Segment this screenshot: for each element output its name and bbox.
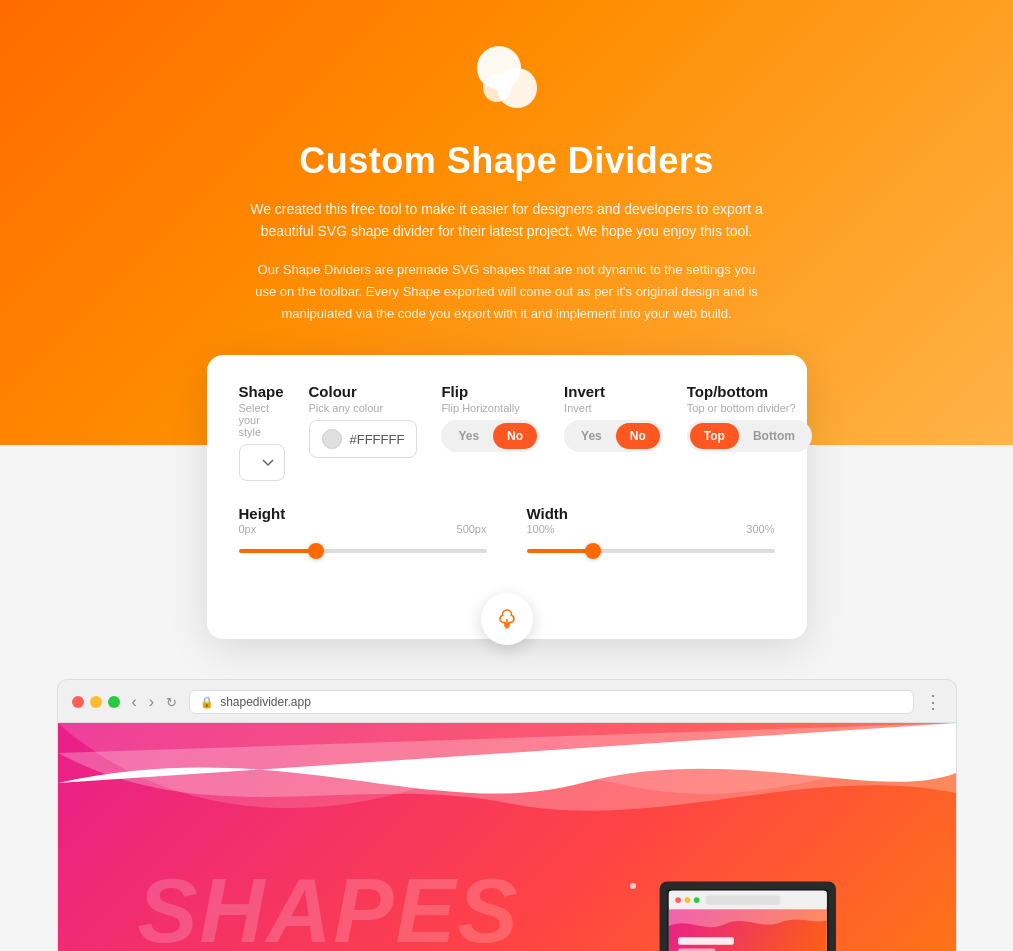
width-min: 100% <box>527 523 555 535</box>
invert-yes-button[interactable]: Yes <box>567 423 616 449</box>
svg-rect-18 <box>678 937 734 944</box>
browser-navigation: ‹ › ↻ <box>130 694 180 710</box>
colour-picker[interactable]: #FFFFFF <box>309 420 418 458</box>
height-range-labels: 0px 500px <box>239 523 487 535</box>
maximize-dot[interactable] <box>108 696 120 708</box>
invert-control: Invert Invert Yes No <box>564 383 663 452</box>
colour-swatch <box>322 429 342 449</box>
preview-area: SHAPES We love This is an example web pa… <box>57 723 957 951</box>
url-text: shapedivider.app <box>220 695 311 709</box>
top-button[interactable]: Top <box>690 423 739 449</box>
topbottom-control: Top/bottom Top or bottom divider? Top Bo… <box>687 383 812 452</box>
invert-label: Invert <box>564 383 663 400</box>
computer-illustration <box>536 863 876 951</box>
lock-icon: 🔒 <box>200 696 214 709</box>
topbottom-sublabel: Top or bottom divider? <box>687 402 812 414</box>
svg-point-14 <box>684 897 690 903</box>
download-button[interactable] <box>481 593 533 645</box>
shape-sublabel: Select your style <box>239 402 285 438</box>
logo <box>467 40 547 120</box>
download-icon <box>495 607 519 631</box>
header-description2: Our Shape Dividers are premade SVG shape… <box>247 259 767 325</box>
svg-rect-16 <box>706 896 780 905</box>
flip-label: Flip <box>441 383 540 400</box>
flip-yes-button[interactable]: Yes <box>444 423 493 449</box>
sliders-row: Height 0px 500px Width 100% 300% <box>239 505 775 557</box>
topbottom-toggle: Top Bottom <box>687 420 812 452</box>
svg-point-13 <box>675 897 681 903</box>
height-slider[interactable] <box>239 549 487 553</box>
control-panel: Shape Select your style Waves Mountains … <box>207 355 807 639</box>
colour-control: Colour Pick any colour #FFFFFF <box>309 383 418 458</box>
invert-toggle: Yes No <box>564 420 663 452</box>
height-max: 500px <box>457 523 487 535</box>
forward-button[interactable]: › <box>147 694 156 710</box>
header-description: We created this free tool to make it eas… <box>237 198 777 243</box>
flip-sublabel: Flip Horizontally <box>441 402 540 414</box>
flip-control: Flip Flip Horizontally Yes No <box>441 383 540 452</box>
browser-menu-icon[interactable]: ⋮ <box>924 691 942 713</box>
invert-sublabel: Invert <box>564 402 663 414</box>
svg-point-15 <box>693 897 699 903</box>
colour-value: #FFFFFF <box>350 432 405 447</box>
width-max: 300% <box>746 523 774 535</box>
page-title: Custom Shape Dividers <box>20 140 993 182</box>
browser-mockup: ‹ › ↻ 🔒 shapedivider.app ⋮ <box>37 679 977 951</box>
minimize-dot[interactable] <box>90 696 102 708</box>
invert-no-button[interactable]: No <box>616 423 660 449</box>
bottom-button[interactable]: Bottom <box>739 423 809 449</box>
flip-no-button[interactable]: No <box>493 423 537 449</box>
browser-window-buttons <box>72 696 120 708</box>
shape-control: Shape Select your style Waves Mountains … <box>239 383 285 481</box>
height-control: Height 0px 500px <box>239 505 487 557</box>
shape-label: Shape <box>239 383 285 400</box>
back-button[interactable]: ‹ <box>130 694 139 710</box>
svg-point-2 <box>483 74 511 102</box>
height-min: 0px <box>239 523 257 535</box>
height-label: Height <box>239 505 286 522</box>
width-control: Width 100% 300% <box>527 505 775 557</box>
close-dot[interactable] <box>72 696 84 708</box>
flip-toggle: Yes No <box>441 420 540 452</box>
preview-text: SHAPES We love This is an example web pa… <box>138 866 520 951</box>
browser-toolbar: ‹ › ↻ 🔒 shapedivider.app ⋮ <box>57 679 957 723</box>
address-bar[interactable]: 🔒 shapedivider.app <box>189 690 913 714</box>
width-label: Width <box>527 505 569 522</box>
topbottom-label: Top/bottom <box>687 383 812 400</box>
preview-content: SHAPES We love This is an example web pa… <box>58 723 956 951</box>
shape-select[interactable]: Waves Mountains Clouds Zigzag <box>239 444 285 481</box>
colour-sublabel: Pick any colour <box>309 402 418 414</box>
illustration-side <box>520 863 876 951</box>
download-wrap <box>239 567 775 619</box>
width-range-labels: 100% 300% <box>527 523 775 535</box>
controls-row-1: Shape Select your style Waves Mountains … <box>239 383 775 481</box>
colour-label: Colour <box>309 383 418 400</box>
width-slider[interactable] <box>527 549 775 553</box>
preview-bg-text: SHAPES <box>138 866 520 951</box>
refresh-button[interactable]: ↻ <box>164 696 179 709</box>
